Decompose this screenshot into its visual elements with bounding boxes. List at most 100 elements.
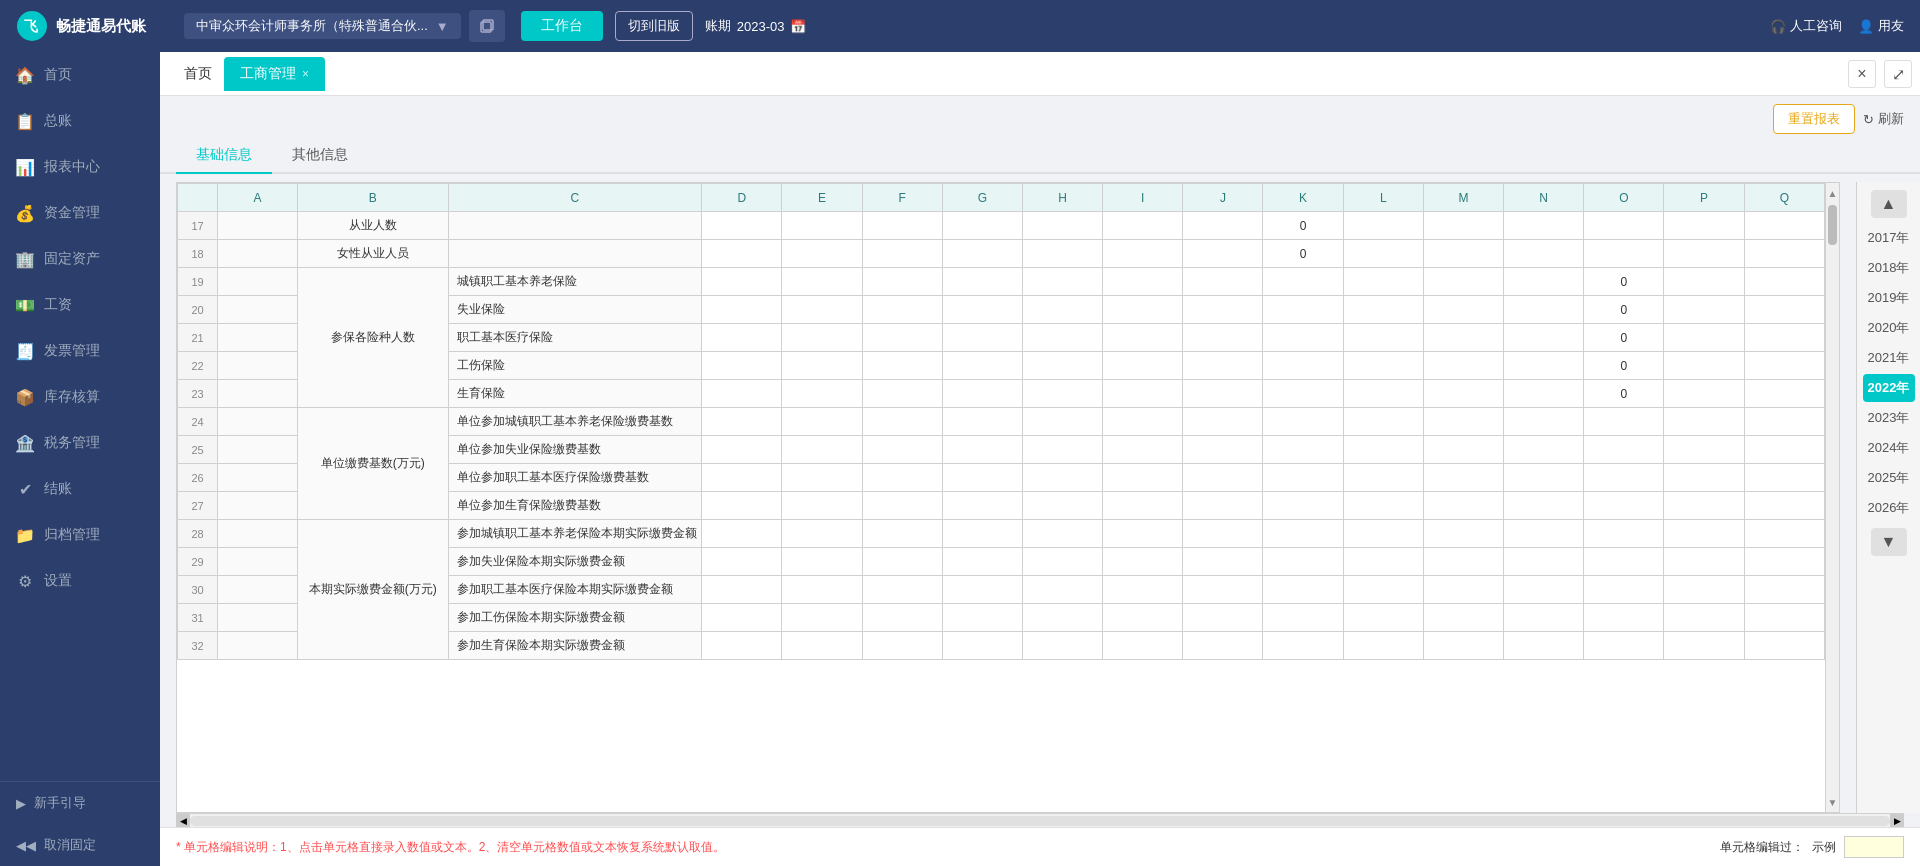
cell-empty[interactable] [1423, 548, 1503, 576]
cell-empty[interactable] [1103, 352, 1183, 380]
cell-empty[interactable] [1022, 240, 1102, 268]
cell-empty[interactable] [1183, 212, 1263, 240]
cell-K[interactable] [1263, 380, 1343, 408]
cell-O[interactable] [1584, 436, 1664, 464]
cell-A[interactable] [218, 408, 298, 436]
cell-K[interactable] [1263, 352, 1343, 380]
cell-O[interactable]: 0 [1584, 380, 1664, 408]
cell-empty[interactable] [1343, 268, 1423, 296]
cell-empty[interactable] [1103, 240, 1183, 268]
cell-empty[interactable] [1504, 632, 1584, 660]
cell-empty[interactable] [1343, 240, 1423, 268]
tab-bizmanage[interactable]: 工商管理 × [224, 57, 325, 91]
year-item[interactable]: 2023年 [1863, 404, 1915, 432]
cell-empty[interactable] [1343, 436, 1423, 464]
sidebar-item-invoices[interactable]: 🧾 发票管理 [0, 328, 160, 374]
cell-empty[interactable] [702, 436, 782, 464]
cell-empty[interactable] [1183, 408, 1263, 436]
consult-button[interactable]: 🎧 人工咨询 [1770, 17, 1842, 35]
cell-empty[interactable] [702, 464, 782, 492]
cell-empty[interactable] [1022, 436, 1102, 464]
cell-empty[interactable] [1022, 632, 1102, 660]
refresh-button[interactable]: ↻ 刷新 [1863, 110, 1904, 128]
cell-A[interactable] [218, 352, 298, 380]
cell-empty[interactable] [1744, 296, 1824, 324]
cell-K[interactable] [1263, 268, 1343, 296]
year-item[interactable]: 2020年 [1863, 314, 1915, 342]
cell-empty[interactable] [942, 324, 1022, 352]
sidebar-item-tax[interactable]: 🏦 税务管理 [0, 420, 160, 466]
cell-empty[interactable] [702, 324, 782, 352]
cell-empty[interactable] [1183, 436, 1263, 464]
cell-K[interactable] [1263, 492, 1343, 520]
cell-empty[interactable] [1103, 576, 1183, 604]
cell-empty[interactable] [702, 548, 782, 576]
cell-empty[interactable] [702, 268, 782, 296]
table-row[interactable]: 17从业人数0 [178, 212, 1825, 240]
cell-empty[interactable] [702, 492, 782, 520]
year-nav-down-btn[interactable]: ▼ [1871, 528, 1907, 556]
spreadsheet-main[interactable]: A B C D E F G H I J K L [177, 183, 1825, 812]
cell-empty[interactable] [1022, 324, 1102, 352]
cell-empty[interactable] [1343, 212, 1423, 240]
cell-B[interactable]: 参保各险种人数 [298, 268, 448, 408]
cell-K[interactable] [1263, 576, 1343, 604]
cell-empty[interactable] [1504, 436, 1584, 464]
cell-empty[interactable] [1423, 352, 1503, 380]
sidebar-item-archive[interactable]: 📁 归档管理 [0, 512, 160, 558]
cell-empty[interactable] [1744, 436, 1824, 464]
cell-empty[interactable] [862, 548, 942, 576]
cell-C[interactable]: 参加城镇职工基本养老保险本期实际缴费金额 [448, 520, 702, 548]
cell-empty[interactable] [782, 296, 862, 324]
cell-empty[interactable] [702, 632, 782, 660]
cell-K[interactable] [1263, 408, 1343, 436]
cell-empty[interactable] [1343, 408, 1423, 436]
cell-empty[interactable] [862, 464, 942, 492]
cell-empty[interactable] [1343, 464, 1423, 492]
cell-O[interactable] [1584, 520, 1664, 548]
cell-empty[interactable] [782, 576, 862, 604]
cell-K[interactable] [1263, 632, 1343, 660]
cell-O[interactable]: 0 [1584, 296, 1664, 324]
cell-empty[interactable] [782, 492, 862, 520]
workspace-button[interactable]: 工作台 [521, 11, 603, 41]
year-item[interactable]: 2025年 [1863, 464, 1915, 492]
year-item[interactable]: 2018年 [1863, 254, 1915, 282]
cell-C[interactable] [448, 212, 702, 240]
cell-empty[interactable] [1664, 604, 1744, 632]
cell-A[interactable] [218, 212, 298, 240]
cell-A[interactable] [218, 268, 298, 296]
vertical-scrollbar[interactable]: ▲ ▼ [1825, 183, 1839, 812]
cell-empty[interactable] [862, 520, 942, 548]
cell-empty[interactable] [1504, 464, 1584, 492]
cell-O[interactable] [1584, 240, 1664, 268]
cell-O[interactable] [1584, 604, 1664, 632]
sidebar-item-assets[interactable]: 🏢 固定资产 [0, 236, 160, 282]
cell-empty[interactable] [1744, 324, 1824, 352]
cell-empty[interactable] [1744, 380, 1824, 408]
cell-empty[interactable] [782, 268, 862, 296]
cell-empty[interactable] [1343, 548, 1423, 576]
cell-empty[interactable] [702, 408, 782, 436]
cell-empty[interactable] [1504, 548, 1584, 576]
year-nav-up-btn[interactable]: ▲ [1871, 190, 1907, 218]
cell-empty[interactable] [1423, 380, 1503, 408]
cell-empty[interactable] [702, 576, 782, 604]
cell-empty[interactable] [942, 436, 1022, 464]
cell-empty[interactable] [1103, 436, 1183, 464]
reset-report-button[interactable]: 重置报表 [1773, 104, 1855, 134]
cell-K[interactable] [1263, 296, 1343, 324]
cell-empty[interactable] [782, 436, 862, 464]
cell-empty[interactable] [1103, 464, 1183, 492]
cell-empty[interactable] [1504, 408, 1584, 436]
cell-empty[interactable] [1664, 520, 1744, 548]
cell-empty[interactable] [1423, 268, 1503, 296]
switch-version-button[interactable]: 切到旧版 [615, 11, 693, 41]
cell-K[interactable] [1263, 436, 1343, 464]
cell-empty[interactable] [1103, 324, 1183, 352]
cell-empty[interactable] [1022, 268, 1102, 296]
cell-A[interactable] [218, 380, 298, 408]
scroll-up-btn[interactable]: ▲ [1826, 183, 1839, 203]
cell-K[interactable] [1263, 520, 1343, 548]
cell-empty[interactable] [1022, 520, 1102, 548]
